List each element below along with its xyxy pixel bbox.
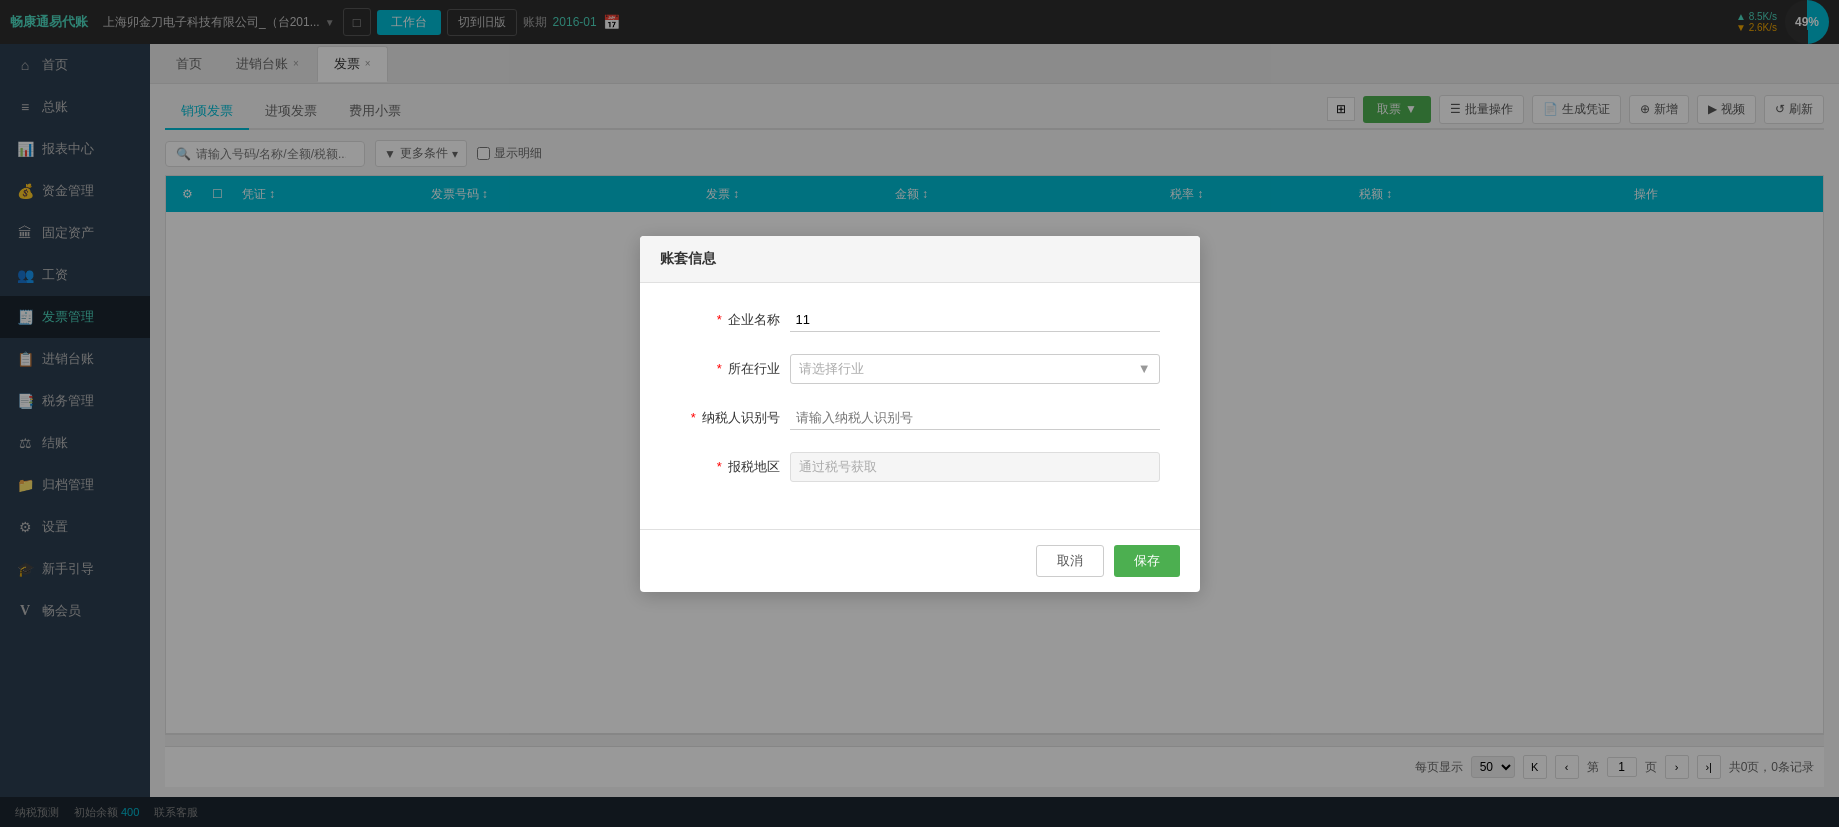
form-row-industry: * 所在行业 请选择行业 ▼	[680, 354, 1160, 384]
form-row-tax-region: * 报税地区 通过税号获取	[680, 452, 1160, 482]
modal-overlay: 账套信息 * 企业名称 * 所在行业 请选择行业 ▼	[0, 0, 1839, 827]
tax-id-label: * 纳税人识别号	[680, 409, 790, 427]
modal-footer: 取消 保存	[640, 529, 1200, 592]
save-button[interactable]: 保存	[1114, 545, 1180, 577]
chevron-down-icon: ▼	[1138, 361, 1151, 376]
required-marker: *	[691, 410, 696, 425]
tax-id-input[interactable]	[790, 406, 1160, 430]
required-marker: *	[717, 361, 722, 376]
industry-placeholder: 请选择行业	[799, 360, 864, 378]
company-name-label: * 企业名称	[680, 311, 790, 329]
modal-body: * 企业名称 * 所在行业 请选择行业 ▼ *	[640, 283, 1200, 529]
cancel-button[interactable]: 取消	[1036, 545, 1104, 577]
tax-region-input: 通过税号获取	[790, 452, 1160, 482]
company-name-input[interactable]	[790, 308, 1160, 332]
industry-select[interactable]: 请选择行业 ▼	[790, 354, 1160, 384]
modal-account-info: 账套信息 * 企业名称 * 所在行业 请选择行业 ▼	[640, 236, 1200, 592]
required-marker: *	[717, 312, 722, 327]
required-marker: *	[717, 459, 722, 474]
industry-label: * 所在行业	[680, 360, 790, 378]
modal-title: 账套信息	[640, 236, 1200, 283]
tax-region-label: * 报税地区	[680, 458, 790, 476]
form-row-tax-id: * 纳税人识别号	[680, 406, 1160, 430]
form-row-company-name: * 企业名称	[680, 308, 1160, 332]
